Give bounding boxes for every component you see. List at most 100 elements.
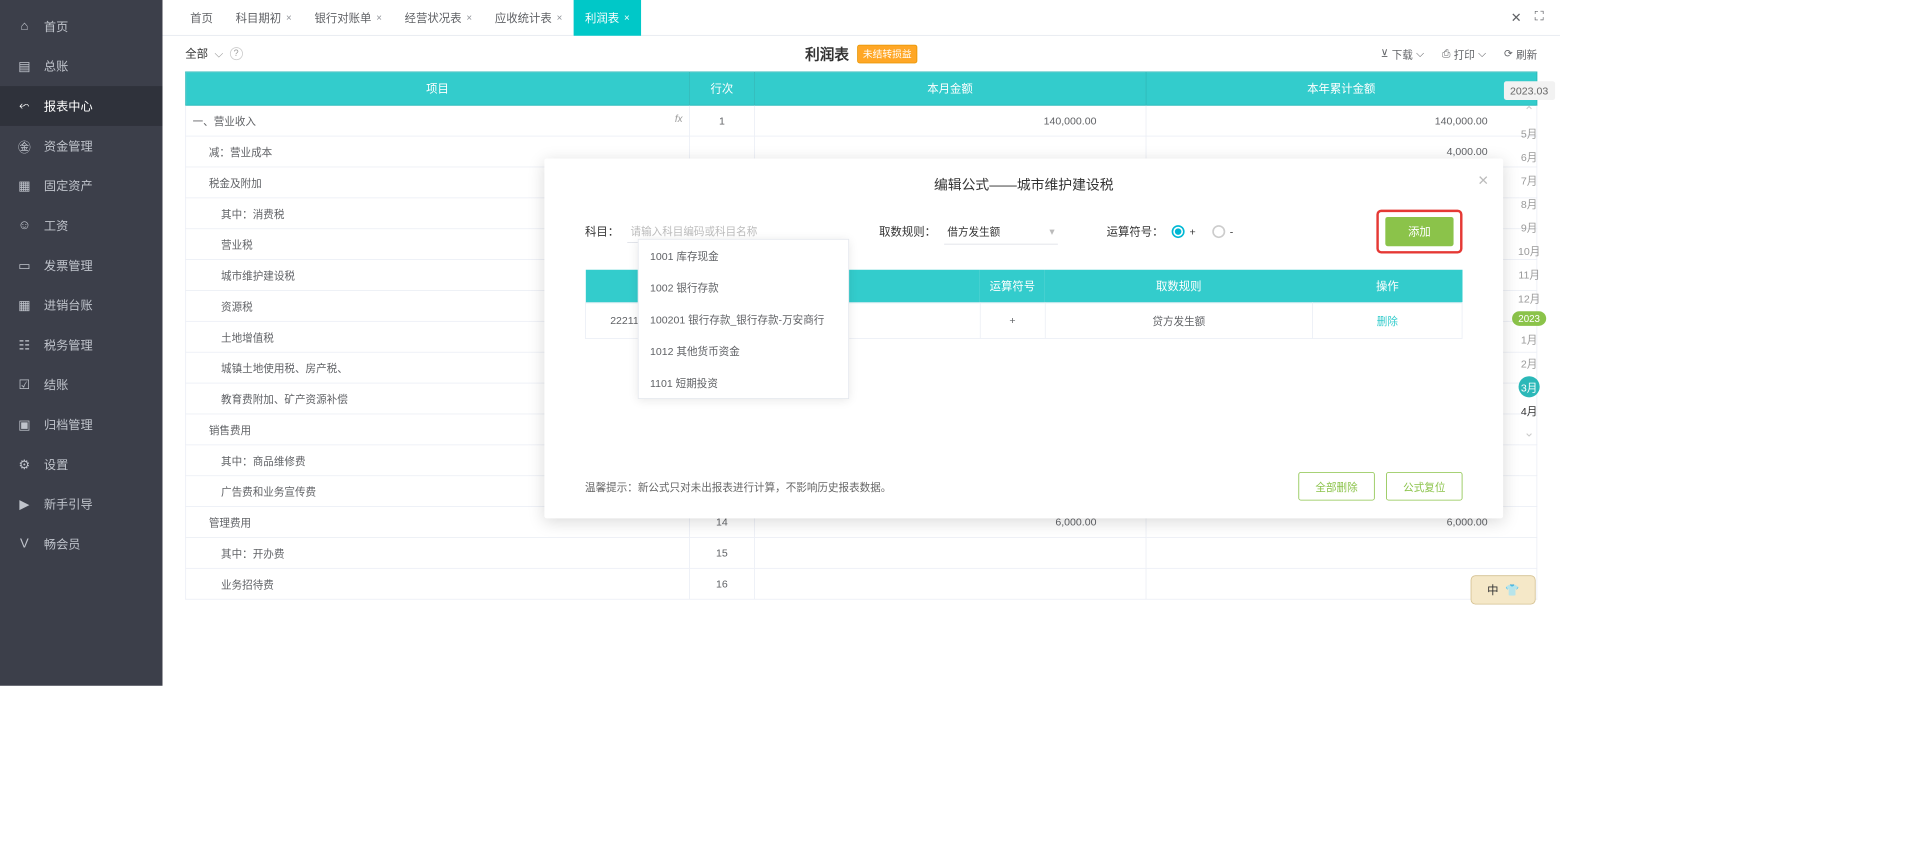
month-1[interactable]: 1月 (1521, 329, 1537, 349)
month-7[interactable]: 7月 (1521, 170, 1537, 190)
chevron-down-icon: ⌵ (1416, 47, 1424, 60)
frow-rule: 贷方发生额 (1045, 303, 1313, 339)
tax-icon: ☷ (16, 337, 32, 353)
side-label: 报表中心 (44, 98, 93, 115)
col-line: 行次 (689, 72, 754, 105)
month-11[interactable]: 11月 (1518, 264, 1540, 284)
add-button[interactable]: 添加 (1385, 217, 1453, 246)
fx-icon[interactable]: fx (675, 113, 683, 124)
frow-op: + (980, 303, 1045, 339)
tab-label: 应收统计表 (495, 9, 552, 25)
dropdown-item[interactable]: 1002 银行存款 (639, 271, 849, 303)
chevron-down-icon: ⌵ (1478, 47, 1486, 60)
formula-modal: 编辑公式——城市维护建设税 × 科目： 取数规则： 借方发生额▾ 运算符号： +… (544, 158, 1503, 518)
tab-bar: 首页 科目期初× 银行对账单× 经营状况表 × 应收统计表 × 利润表 × ✕ ⛶ (163, 0, 1561, 36)
month-5[interactable]: 5月 (1521, 123, 1537, 143)
side-inventory[interactable]: ▦进销台账 (0, 285, 163, 325)
tab-home[interactable]: 首页 (179, 0, 225, 35)
check-icon: ☑ (16, 377, 32, 393)
side-vip[interactable]: V畅会员 (0, 524, 163, 564)
side-salary[interactable]: ☺工资 (0, 206, 163, 246)
tab-label: 首页 (190, 9, 213, 25)
col-project: 项目 (186, 72, 690, 105)
dropdown-item[interactable]: 100201 银行存款_银行存款-万安商行 (639, 303, 849, 335)
scroll-down-icon[interactable]: ⌄ (1524, 424, 1535, 440)
modal-tip: 温馨提示：新公式只对未出报表进行计算，不影响历史报表数据。 (585, 479, 891, 494)
scroll-up-icon[interactable]: ⌃ (1524, 103, 1535, 119)
rule-select[interactable]: 借方发生额▾ (944, 219, 1058, 245)
refresh-button[interactable]: ⟳刷新 (1504, 46, 1537, 61)
close-icon[interactable]: × (286, 12, 292, 23)
vip-icon: V (16, 536, 32, 552)
tab-label: 经营状况表 (405, 9, 462, 25)
table-row[interactable]: 业务招待费16 (186, 568, 1537, 599)
tab-business[interactable]: 经营状况表 × (393, 0, 483, 35)
modal-footer: 温馨提示：新公式只对未出报表进行计算，不影响历史报表数据。 全部删除 公式复位 (544, 461, 1503, 519)
download-icon: ⊻ (1381, 47, 1389, 60)
month-10[interactable]: 10月 (1518, 241, 1540, 261)
ime-indicator: 中 👕 (1471, 575, 1536, 604)
current-period[interactable]: 2023.03 (1504, 81, 1555, 100)
modal-title: 编辑公式——城市维护建设税 (934, 177, 1114, 192)
close-icon[interactable]: × (466, 12, 472, 23)
side-guide[interactable]: ▶新手引导 (0, 484, 163, 524)
close-icon[interactable]: × (624, 12, 630, 23)
clap-icon: ▶ (16, 496, 32, 512)
delete-link[interactable]: 删除 (1377, 315, 1398, 327)
month-12[interactable]: 12月 (1518, 288, 1540, 308)
help-icon[interactable]: ? (230, 47, 243, 60)
radio-plus[interactable]: + (1172, 225, 1196, 238)
formula-form-row: 科目： 取数规则： 借方发生额▾ 运算符号： + - 添加 (585, 210, 1463, 254)
reset-formula-button[interactable]: 公式复位 (1386, 472, 1462, 500)
side-funds[interactable]: ㊎资金管理 (0, 126, 163, 166)
toolbar: 全部 ⌵ ? 利润表 未结转损益 ⊻下载⌵ ⎙打印⌵ ⟳刷新 (163, 36, 1561, 72)
side-tax[interactable]: ☷税务管理 (0, 325, 163, 365)
filter-all[interactable]: 全部 (185, 46, 208, 62)
tab-subject-init[interactable]: 科目期初× (224, 0, 303, 35)
chart-icon: ⬿ (16, 98, 32, 114)
tab-receivable[interactable]: 应收统计表 × (483, 0, 573, 35)
rule-label: 取数规则： (879, 223, 936, 239)
close-icon[interactable]: × (557, 12, 563, 23)
fullscreen-icon[interactable]: ⛶ (1535, 9, 1544, 25)
delete-all-button[interactable]: 全部删除 (1298, 472, 1374, 500)
modal-close-icon[interactable]: × (1478, 170, 1488, 191)
print-icon: ⎙ (1442, 47, 1450, 60)
dropdown-item[interactable]: 1012 其他货币资金 (639, 335, 849, 367)
sidebar: ⌂首页 ▤总账 ⬿ 报表中心 ㊎资金管理 ▦固定资产 ☺工资 ▭发票管理 ▦进销台… (0, 0, 163, 686)
table-row[interactable]: 其中：开办费15 (186, 537, 1537, 568)
dropdown-item[interactable]: 1001 库存现金 (639, 240, 849, 272)
month-6[interactable]: 6月 (1521, 146, 1537, 166)
month-8[interactable]: 8月 (1521, 193, 1537, 213)
side-label: 结账 (44, 376, 68, 393)
year-badge[interactable]: 2023 (1512, 311, 1547, 326)
ime-label: 中 (1487, 582, 1498, 598)
month-4[interactable]: 4月 (1521, 401, 1537, 421)
tab-bank[interactable]: 银行对账单× (303, 0, 393, 35)
download-button[interactable]: ⊻下载⌵ (1381, 46, 1424, 61)
chevron-down-icon[interactable]: ⌵ (215, 47, 224, 61)
side-assets[interactable]: ▦固定资产 (0, 166, 163, 206)
folder-icon: ▣ (16, 416, 32, 432)
print-button[interactable]: ⎙打印⌵ (1442, 46, 1486, 61)
close-icon[interactable]: × (376, 12, 382, 23)
month-2[interactable]: 2月 (1521, 353, 1537, 373)
side-reports[interactable]: ⬿ 报表中心 (0, 86, 163, 126)
close-window-icon[interactable]: ✕ (1511, 9, 1522, 25)
side-closing[interactable]: ☑ 结账 (0, 365, 163, 405)
side-settings[interactable]: ⚙设置 (0, 444, 163, 484)
ledger-icon: ▤ (16, 58, 32, 74)
dropdown-item[interactable]: 1101 短期投资 (639, 366, 849, 398)
side-archive[interactable]: ▣归档管理 (0, 405, 163, 445)
tab-profit[interactable]: 利润表 × (574, 0, 641, 35)
tab-label: 利润表 (585, 9, 619, 25)
user-icon: ☺ (16, 217, 32, 233)
table-row[interactable]: 一、营业收入fx1140,000.00140,000.00 (186, 105, 1537, 136)
month-3-current[interactable]: 3月 (1519, 376, 1540, 397)
side-ledger[interactable]: ▤总账 (0, 46, 163, 86)
radio-minus[interactable]: - (1212, 225, 1233, 238)
side-home[interactable]: ⌂首页 (0, 7, 163, 47)
month-9[interactable]: 9月 (1521, 217, 1537, 237)
gear-icon: ⚙ (16, 456, 32, 472)
side-invoice[interactable]: ▭发票管理 (0, 245, 163, 285)
